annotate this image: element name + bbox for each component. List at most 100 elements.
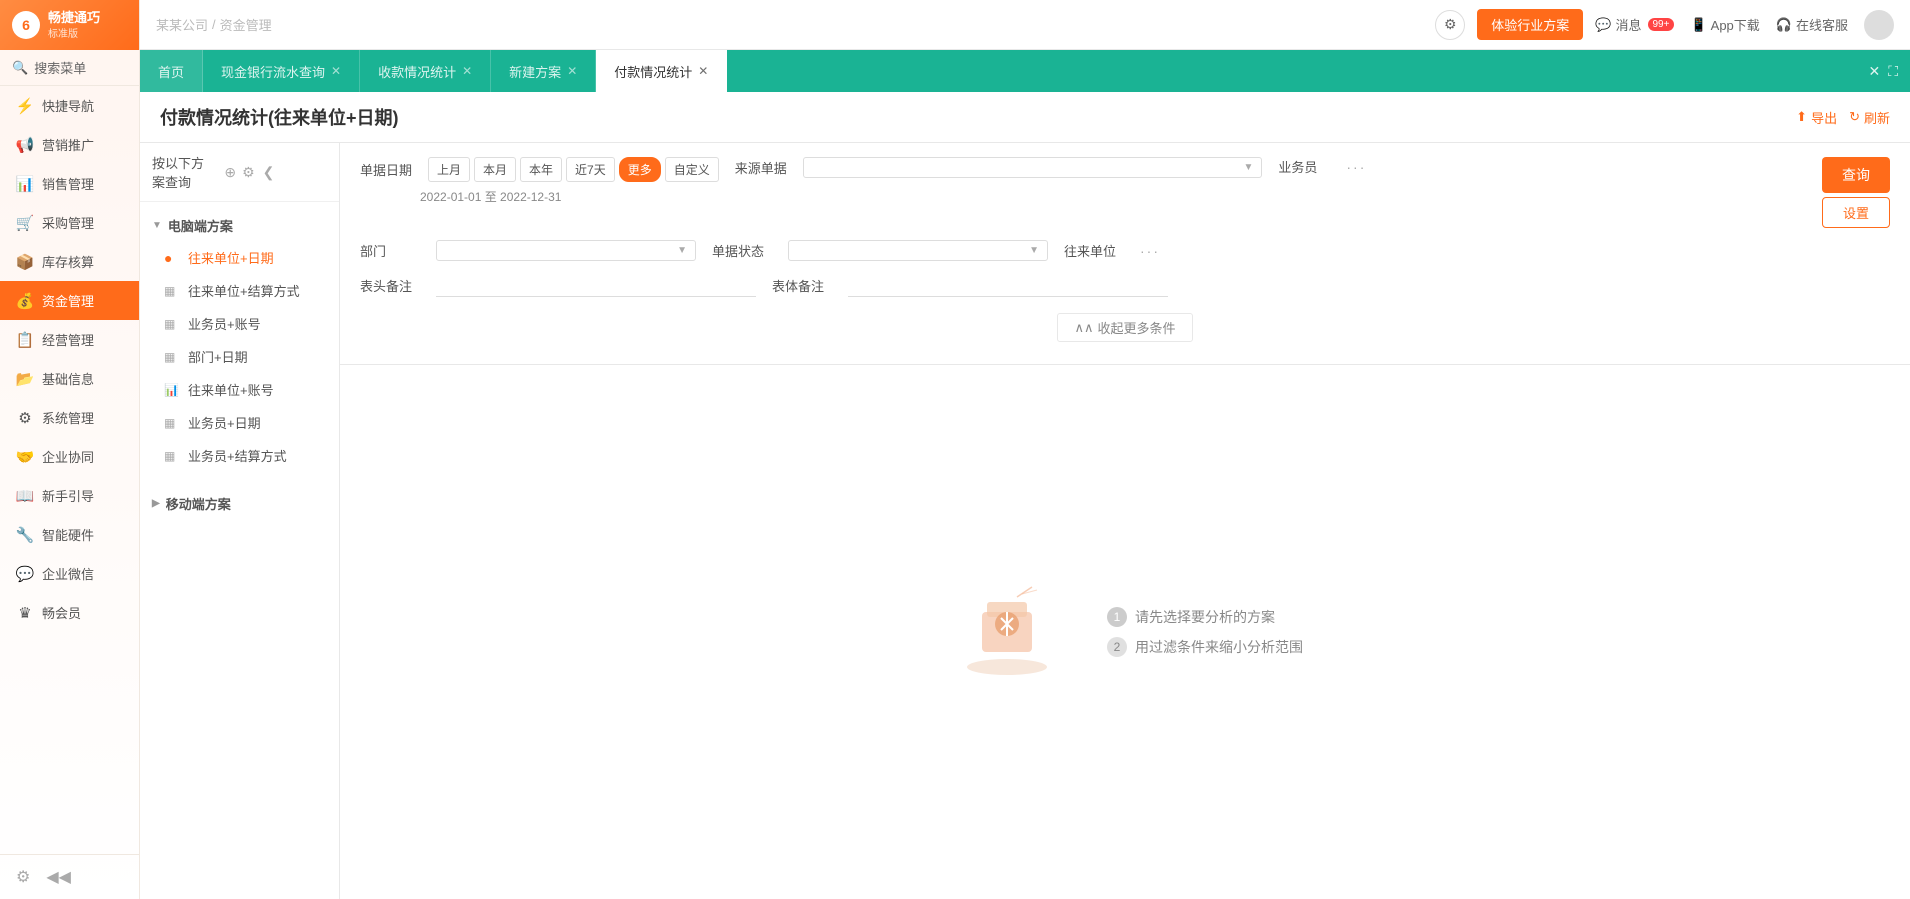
- doc-status-select[interactable]: ▼: [788, 240, 1048, 261]
- sidebar-item-system[interactable]: ⚙ 系统管理: [0, 398, 139, 437]
- user-avatar[interactable]: [1864, 10, 1894, 40]
- guide-label: 新手引导: [42, 486, 94, 505]
- scheme-staff-settle-label: 业务员+结算方式: [188, 446, 287, 465]
- sidebar-item-purchase[interactable]: 🛒 采购管理: [0, 203, 139, 242]
- receivables-tab-close[interactable]: ✕: [462, 64, 472, 78]
- desktop-group-header[interactable]: ▼ 电脑端方案: [140, 210, 339, 241]
- scheme-active-icon: ●: [164, 250, 180, 266]
- bank-tab-close[interactable]: ✕: [331, 64, 341, 78]
- settings-bottom-icon[interactable]: ⚙: [16, 867, 30, 887]
- sidebar-item-wechat[interactable]: 💬 企业微信: [0, 554, 139, 593]
- close-all-tabs-icon[interactable]: ✕: [1868, 63, 1880, 80]
- desktop-scheme-group: ▼ 电脑端方案 ● 往来单位+日期 ▦ 往来单位+结算方式 ▦ 业务员+账号: [140, 202, 339, 480]
- query-button[interactable]: 查询: [1822, 157, 1890, 193]
- home-tab-label: 首页: [158, 62, 184, 81]
- empty-step1: 1 请先选择要分析的方案: [1107, 607, 1303, 627]
- logo-name: 畅捷通巧: [48, 10, 100, 26]
- mobile-group-label: 移动端方案: [166, 494, 231, 513]
- sidebar-item-enterprise[interactable]: 🤝 企业协同: [0, 437, 139, 476]
- app-download-icon: 📱: [1690, 17, 1706, 33]
- mobile-group-header[interactable]: ▶ 移动端方案: [140, 488, 339, 519]
- new-scheme-tab-close[interactable]: ✕: [567, 64, 577, 78]
- tab-payments[interactable]: 付款情况统计 ✕: [596, 50, 727, 92]
- refresh-icon: ↻: [1849, 109, 1860, 125]
- scheme-item-staff-settle[interactable]: ▦ 业务员+结算方式: [140, 439, 339, 472]
- doc-status-arrow: ▼: [1029, 245, 1039, 256]
- search-menu[interactable]: 🔍 搜索菜单: [0, 50, 139, 86]
- topbar-actions: 💬 消息 99+ 📱 App下载 🎧 在线客服: [1595, 10, 1894, 40]
- sidebar-item-hardware[interactable]: 🔧 智能硬件: [0, 515, 139, 554]
- staff-label: 业务员: [1278, 157, 1338, 176]
- scheme-item-partner-account[interactable]: 📊 往来单位+账号: [140, 373, 339, 406]
- operations-icon: 📋: [16, 331, 34, 349]
- bank-tab-label: 现金银行流水查询: [221, 62, 325, 81]
- tab-new-scheme[interactable]: 新建方案 ✕: [491, 50, 596, 92]
- last-7-days-btn[interactable]: 近7天: [566, 157, 615, 182]
- sidebar-item-shortcuts[interactable]: ⚡ 快捷导航: [0, 86, 139, 125]
- scheme-partner-account-label: 往来单位+账号: [188, 380, 274, 399]
- inventory-icon: 📦: [16, 253, 34, 271]
- body-note-input[interactable]: [848, 273, 1168, 297]
- scheme-item-staff-account[interactable]: ▦ 业务员+账号: [140, 307, 339, 340]
- scheme-item-partner-settle[interactable]: ▦ 往来单位+结算方式: [140, 274, 339, 307]
- maximize-icon[interactable]: ⛶: [1888, 63, 1898, 80]
- scheme-staff-date-label: 业务员+日期: [188, 413, 261, 432]
- hardware-icon: 🔧: [16, 526, 34, 544]
- scheme-settings-icon[interactable]: ⚙: [242, 164, 255, 181]
- staff-dots[interactable]: ···: [1346, 159, 1366, 175]
- app-download-action[interactable]: 📱 App下载: [1690, 15, 1759, 34]
- custom-date-btn[interactable]: 自定义: [665, 157, 719, 182]
- scheme-item-dept-date[interactable]: ▦ 部门+日期: [140, 340, 339, 373]
- shortcuts-icon: ⚡: [16, 97, 34, 115]
- filter-settings-button[interactable]: 设置: [1822, 197, 1890, 228]
- page-title: 付款情况统计(往来单位+日期): [160, 104, 1796, 130]
- collapse-left-panel-icon[interactable]: ❮: [263, 164, 327, 181]
- scheme-item-partner-date[interactable]: ● 往来单位+日期: [140, 241, 339, 274]
- finance-icon: 💰: [16, 292, 34, 310]
- trial-scheme-button[interactable]: 体验行业方案: [1477, 9, 1583, 40]
- sidebar-item-vip[interactable]: ♛ 畅会员: [0, 593, 139, 632]
- refresh-label: 刷新: [1864, 108, 1890, 127]
- search-icon: 🔍: [12, 60, 28, 76]
- sidebar-item-finance[interactable]: 💰 资金管理: [0, 281, 139, 320]
- app-download-label: App下载: [1711, 15, 1760, 34]
- breadcrumb-current: 资金管理: [220, 15, 272, 34]
- source-select[interactable]: ▼: [803, 157, 1263, 178]
- payments-tab-close[interactable]: ✕: [698, 64, 708, 78]
- add-scheme-icon[interactable]: ⊕: [224, 164, 236, 181]
- sidebar-item-sales[interactable]: 📊 销售管理: [0, 164, 139, 203]
- sidebar-item-operations[interactable]: 📋 经营管理: [0, 320, 139, 359]
- sidebar-item-inventory[interactable]: 📦 库存核算: [0, 242, 139, 281]
- scheme-table5-icon: ▦: [164, 449, 180, 463]
- sidebar: 6 畅捷通巧 标准版 🔍 搜索菜单 ⚡ 快捷导航 📢 营销推广 📊 销售管理 🛒…: [0, 0, 140, 899]
- header-note-input[interactable]: [436, 273, 756, 297]
- sidebar-item-basic[interactable]: 📂 基础信息: [0, 359, 139, 398]
- settings-button[interactable]: ⚙: [1435, 10, 1465, 40]
- more-date-btn[interactable]: 更多: [619, 157, 661, 182]
- mobile-scheme-group: ▶ 移动端方案: [140, 480, 339, 527]
- refresh-action[interactable]: ↻ 刷新: [1849, 108, 1890, 127]
- scheme-table3-icon: ▦: [164, 350, 180, 364]
- search-menu-label: 搜索菜单: [34, 58, 86, 77]
- last-month-btn[interactable]: 上月: [428, 157, 470, 182]
- tab-home[interactable]: 首页: [140, 50, 203, 92]
- scheme-item-staff-date[interactable]: ▦ 业务员+日期: [140, 406, 339, 439]
- right-panel: 单据日期 上月 本月 本年 近7天 更多 自定义 2022: [340, 143, 1910, 899]
- export-action[interactable]: ⬆ 导出: [1796, 108, 1837, 127]
- online-service-action[interactable]: 🎧 在线客服: [1776, 15, 1848, 34]
- message-action[interactable]: 💬 消息 99+: [1595, 15, 1674, 34]
- this-month-btn[interactable]: 本月: [474, 157, 516, 182]
- collapse-more-button[interactable]: ∧∧ 收起更多条件: [1057, 313, 1192, 342]
- collapse-sidebar-icon[interactable]: ◀◀: [46, 867, 71, 887]
- this-year-btn[interactable]: 本年: [520, 157, 562, 182]
- sidebar-item-marketing[interactable]: 📢 营销推广: [0, 125, 139, 164]
- tab-controls: ✕ ⛶: [1856, 50, 1910, 92]
- dept-label: 部门: [360, 241, 420, 260]
- dept-select[interactable]: ▼: [436, 240, 696, 261]
- sidebar-item-guide[interactable]: 📖 新手引导: [0, 476, 139, 515]
- partner-dots[interactable]: ···: [1140, 243, 1160, 259]
- sidebar-bottom: ⚙ ◀◀: [0, 854, 139, 899]
- tab-bank[interactable]: 现金银行流水查询 ✕: [203, 50, 360, 92]
- headset-icon: 🎧: [1776, 17, 1792, 33]
- tab-receivables[interactable]: 收款情况统计 ✕: [360, 50, 491, 92]
